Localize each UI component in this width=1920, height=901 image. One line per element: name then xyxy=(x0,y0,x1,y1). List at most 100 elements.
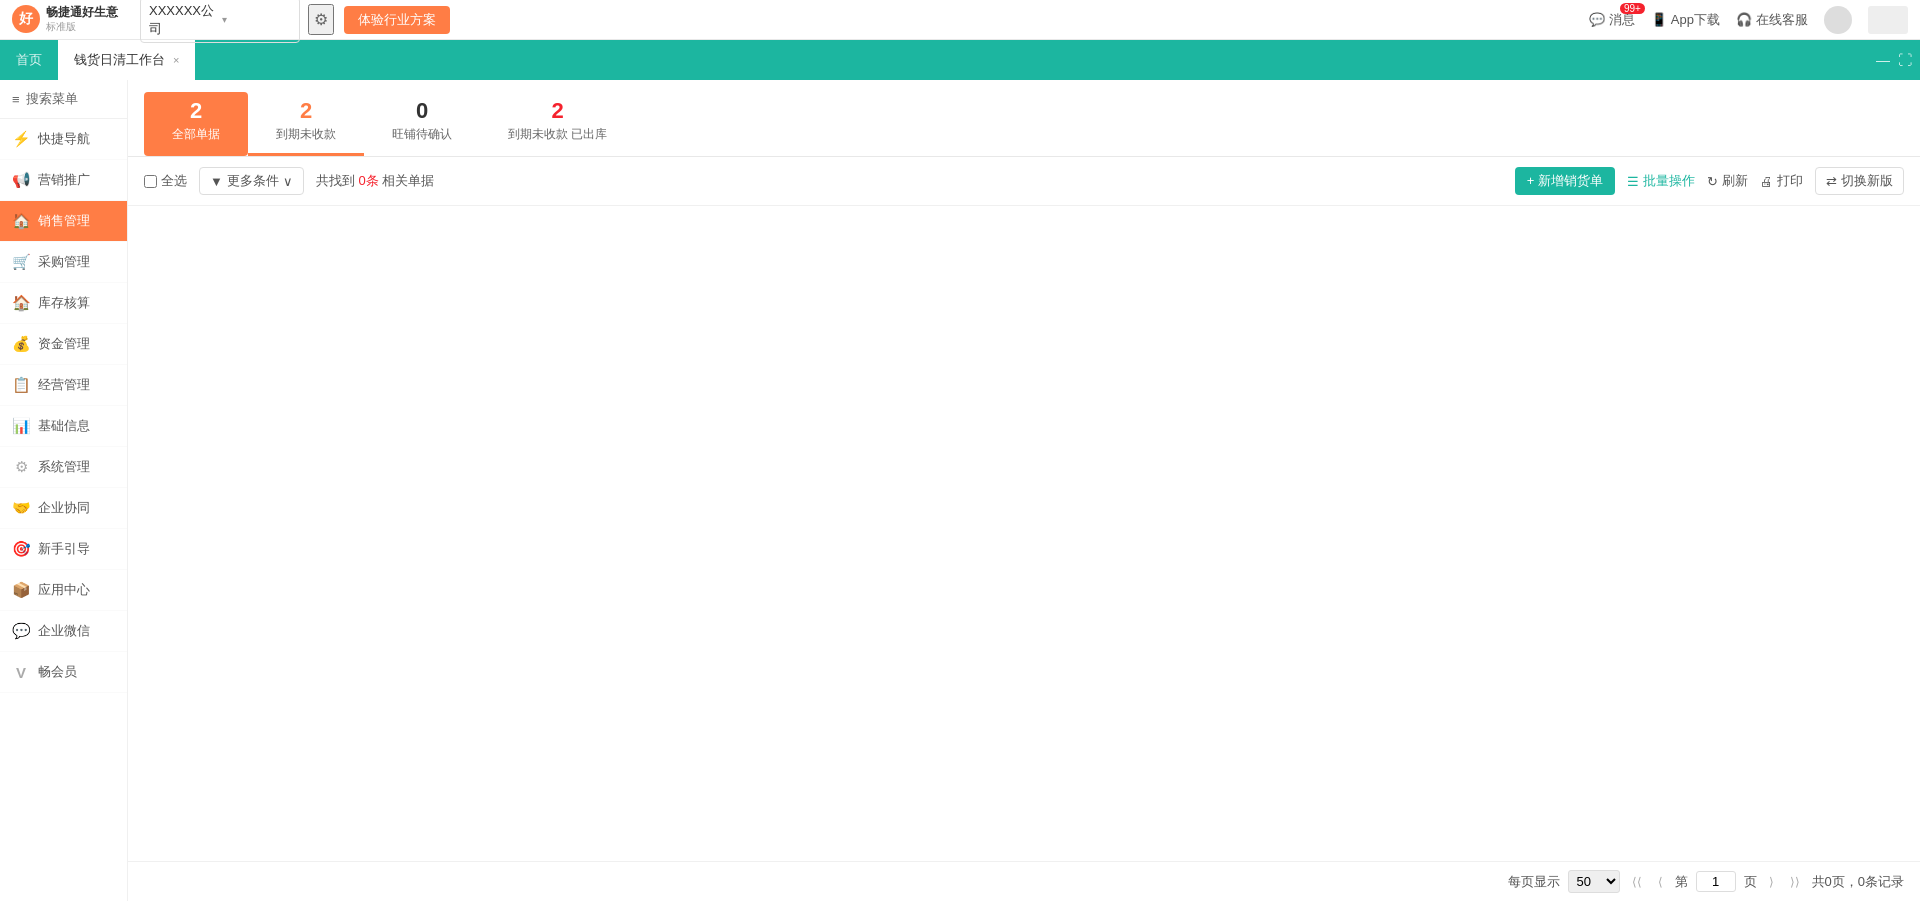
sidebar-item-purchase[interactable]: 🛒 采购管理 xyxy=(0,242,127,283)
sidebar-item-inventory[interactable]: 🏠 库存核算 xyxy=(0,283,127,324)
next-page-button[interactable]: ⟩ xyxy=(1765,873,1778,891)
prev-page-button[interactable]: ⟨ xyxy=(1654,873,1667,891)
online-service-button[interactable]: 🎧 在线客服 xyxy=(1736,11,1808,29)
chevron-down-icon: ▾ xyxy=(222,14,291,25)
tab-expand-icon[interactable]: ⛶ xyxy=(1898,52,1912,68)
empty-state xyxy=(128,206,1920,606)
app-download-label: App下载 xyxy=(1671,11,1720,29)
app-center-icon: 📦 xyxy=(12,581,30,599)
sidebar-item-label: 新手引导 xyxy=(38,540,90,558)
logo-icon: 好 xyxy=(12,5,40,33)
header: 好 畅捷通好生意 标准版 XXXXXX公司 ▾ ⚙ 体验行业方案 💬 消息 99… xyxy=(0,0,1920,40)
online-service-label: 在线客服 xyxy=(1756,11,1808,29)
refresh-label: 刷新 xyxy=(1722,172,1748,190)
message-badge: 99+ xyxy=(1620,3,1645,14)
sales-icon: 🏠 xyxy=(12,212,30,230)
page-input[interactable] xyxy=(1696,871,1736,892)
app-download-icon: 📱 xyxy=(1651,12,1667,27)
guide-icon: 🎯 xyxy=(12,540,30,558)
page-size-select[interactable]: 50 10 20 100 xyxy=(1568,870,1620,893)
pagination: 每页显示 50 10 20 100 ⟨⟨ ⟨ 第 页 ⟩ ⟩⟩ 共0页，0条记录 xyxy=(128,861,1920,901)
user-menu[interactable] xyxy=(1868,6,1908,34)
member-icon: V xyxy=(12,664,30,681)
sidebar-item-marketing[interactable]: 📢 营销推广 xyxy=(0,160,127,201)
logo-text-area: 畅捷通好生意 标准版 xyxy=(46,5,118,33)
print-label: 打印 xyxy=(1777,172,1803,190)
select-all-checkbox[interactable] xyxy=(144,175,157,188)
tab-minimize-icon[interactable]: — xyxy=(1876,52,1890,68)
sidebar-item-label: 企业协同 xyxy=(38,499,90,517)
new-order-button[interactable]: + 新增销货单 xyxy=(1515,167,1615,195)
last-page-button[interactable]: ⟩⟩ xyxy=(1786,873,1804,891)
tab-active-label: 钱货日清工作台 xyxy=(74,51,165,69)
tab-home[interactable]: 首页 xyxy=(0,40,58,80)
enterprise-icon: 🤝 xyxy=(12,499,30,517)
stat-number-all: 2 xyxy=(190,98,202,124)
avatar[interactable] xyxy=(1824,6,1852,34)
stat-tab-pending[interactable]: 0 旺铺待确认 xyxy=(364,92,480,156)
logo-title: 畅捷通好生意 xyxy=(46,5,118,19)
batch-button[interactable]: ☰ 批量操作 xyxy=(1627,172,1695,190)
wechat-icon: 💬 xyxy=(12,622,30,640)
sidebar-item-member[interactable]: V 畅会员 xyxy=(0,652,127,693)
page-size-label: 每页显示 xyxy=(1508,873,1560,891)
operations-icon: 📋 xyxy=(12,376,30,394)
select-all-area[interactable]: 全选 xyxy=(144,172,187,190)
marketing-icon: 📢 xyxy=(12,171,30,189)
company-name: XXXXXX公司 xyxy=(149,2,218,38)
stat-tab-all[interactable]: 2 全部单据 xyxy=(144,92,248,156)
sidebar-search-label: 搜索菜单 xyxy=(26,90,78,108)
page-label: 第 xyxy=(1675,873,1688,891)
stat-label-overdue: 到期未收款 xyxy=(276,126,336,143)
found-text: 共找到 0条 相关单据 xyxy=(316,172,434,190)
stat-label-overdue-shipped: 到期未收款 已出库 xyxy=(508,126,607,143)
sidebar-item-label: 企业微信 xyxy=(38,622,90,640)
company-selector[interactable]: XXXXXX公司 ▾ xyxy=(140,0,300,43)
filter-button[interactable]: ▼ 更多条件 ∨ xyxy=(199,167,304,195)
switch-label: 切换新版 xyxy=(1841,172,1893,190)
settings-button[interactable]: ⚙ xyxy=(308,4,334,35)
sidebar-item-finance[interactable]: 💰 资金管理 xyxy=(0,324,127,365)
stat-number-overdue-shipped: 2 xyxy=(552,98,564,124)
sidebar-item-quick-nav[interactable]: ⚡ 快捷导航 xyxy=(0,119,127,160)
toolbar-right: + 新增销货单 ☰ 批量操作 ↻ 刷新 🖨 打印 ⇄ 切换新版 xyxy=(1515,167,1904,195)
sidebar-item-wechat[interactable]: 💬 企业微信 xyxy=(0,611,127,652)
refresh-icon: ↻ xyxy=(1707,174,1718,189)
sidebar-item-enterprise[interactable]: 🤝 企业协同 xyxy=(0,488,127,529)
print-button[interactable]: 🖨 打印 xyxy=(1760,172,1803,190)
sidebar-item-app-center[interactable]: 📦 应用中心 xyxy=(0,570,127,611)
refresh-button[interactable]: ↻ 刷新 xyxy=(1707,172,1748,190)
sidebar-item-label: 快捷导航 xyxy=(38,130,90,148)
sidebar-item-basic-info[interactable]: 📊 基础信息 xyxy=(0,406,127,447)
sidebar-item-label: 销售管理 xyxy=(38,212,90,230)
inventory-icon: 🏠 xyxy=(12,294,30,312)
tab-active[interactable]: 钱货日清工作台 × xyxy=(58,40,195,80)
stat-tab-overdue-shipped[interactable]: 2 到期未收款 已出库 xyxy=(480,92,635,156)
first-page-button[interactable]: ⟨⟨ xyxy=(1628,873,1646,891)
sidebar-item-guide[interactable]: 🎯 新手引导 xyxy=(0,529,127,570)
sidebar: ≡ 搜索菜单 ⚡ 快捷导航 📢 营销推广 🏠 销售管理 🛒 采购管理 🏠 库存核… xyxy=(0,80,128,901)
sidebar-search[interactable]: ≡ 搜索菜单 xyxy=(0,80,127,119)
app-download-button[interactable]: 📱 App下载 xyxy=(1651,11,1720,29)
switch-version-button[interactable]: ⇄ 切换新版 xyxy=(1815,167,1904,195)
filter-chevron-icon: ∨ xyxy=(283,174,293,189)
industry-btn[interactable]: 体验行业方案 xyxy=(344,6,450,34)
sidebar-item-system[interactable]: ⚙ 系统管理 xyxy=(0,447,127,488)
tab-close-icon[interactable]: × xyxy=(173,54,179,66)
sidebar-item-label: 采购管理 xyxy=(38,253,90,271)
sidebar-item-operations[interactable]: 📋 经营管理 xyxy=(0,365,127,406)
select-all-label: 全选 xyxy=(161,172,187,190)
filter-label: 更多条件 xyxy=(227,172,279,190)
stat-tab-overdue[interactable]: 2 到期未收款 xyxy=(248,92,364,156)
filter-icon: ▼ xyxy=(210,174,223,189)
message-button[interactable]: 💬 消息 99+ xyxy=(1589,11,1635,29)
stat-label-all: 全部单据 xyxy=(172,126,220,143)
found-count: 0条 xyxy=(359,173,379,188)
logo-area: 好 畅捷通好生意 标准版 xyxy=(12,5,140,33)
basic-info-icon: 📊 xyxy=(12,417,30,435)
search-icon: ≡ xyxy=(12,92,20,107)
total-label: 共0页，0条记录 xyxy=(1812,873,1904,891)
toolbar: 全选 ▼ 更多条件 ∨ 共找到 0条 相关单据 + 新增销货单 ☰ 批量操作 ↻ xyxy=(128,157,1920,206)
sidebar-item-sales[interactable]: 🏠 销售管理 xyxy=(0,201,127,242)
sidebar-item-label: 营销推广 xyxy=(38,171,90,189)
